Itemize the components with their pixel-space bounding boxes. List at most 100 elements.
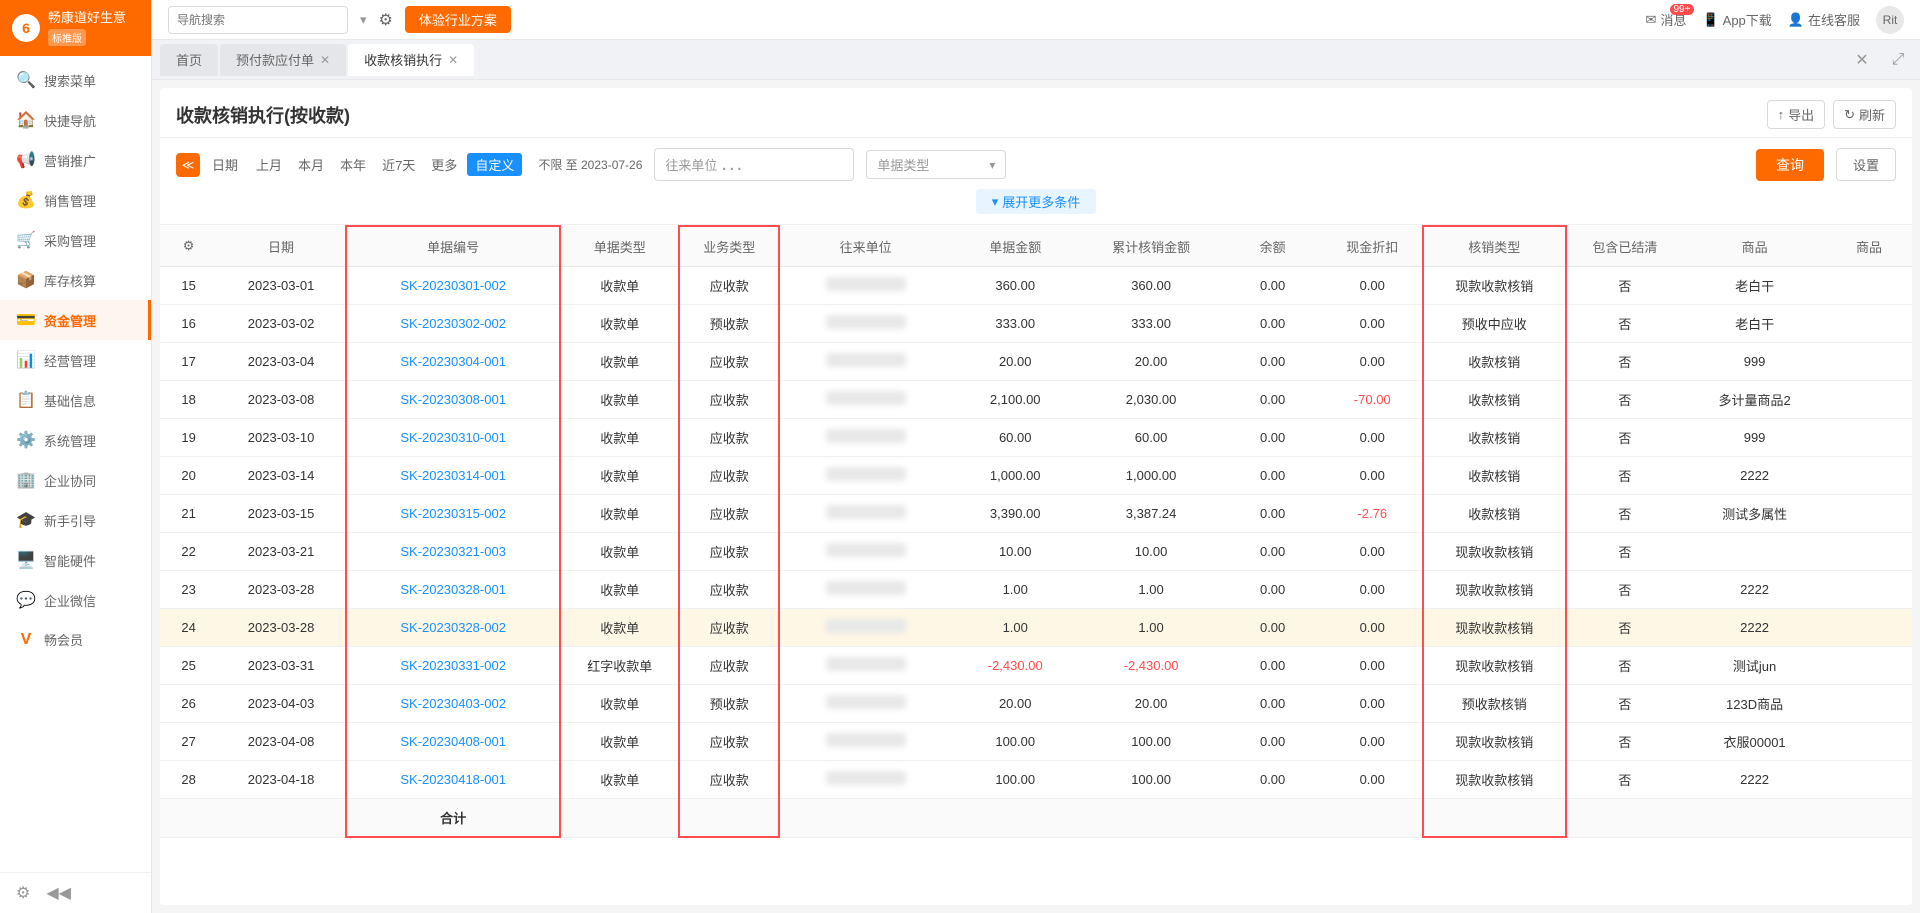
row-order-no[interactable]: SK-20230314-001 (346, 457, 561, 495)
sidebar-item-label: 销售管理 (44, 191, 96, 210)
order-link[interactable]: SK-20230302-002 (400, 316, 506, 331)
dropdown-arrow-icon[interactable]: ▾ (360, 12, 367, 28)
sidebar-item-sales[interactable]: 💰 销售管理 (0, 180, 151, 220)
row-order-no[interactable]: SK-20230304-001 (346, 343, 561, 381)
date-btn-7days[interactable]: 近7天 (376, 153, 421, 176)
tab-prepay[interactable]: 预付款应付单 ✕ (220, 44, 346, 76)
partner-filter-dots[interactable]: ... (721, 153, 744, 176)
sidebar-item-system[interactable]: ⚙️ 系统管理 (0, 420, 151, 460)
row-order-no[interactable]: SK-20230315-002 (346, 495, 561, 533)
row-amount: 1.00 (951, 571, 1080, 609)
order-link[interactable]: SK-20230310-001 (400, 430, 506, 445)
row-balance: 0.00 (1223, 381, 1323, 419)
row-order-no[interactable]: SK-20230301-002 (346, 267, 561, 305)
sidebar-item-purchase[interactable]: 🛒 采购管理 (0, 220, 151, 260)
order-link[interactable]: SK-20230328-001 (400, 582, 506, 597)
row-amount: 10.00 (951, 533, 1080, 571)
order-link[interactable]: SK-20230403-002 (400, 696, 506, 711)
col-header-no[interactable]: ⚙ (160, 226, 217, 267)
refresh-icon: ↻ (1844, 107, 1855, 123)
row-goods2 (1826, 685, 1912, 723)
row-order-no[interactable]: SK-20230321-003 (346, 533, 561, 571)
order-link[interactable]: SK-20230304-001 (400, 354, 506, 369)
row-order-no[interactable]: SK-20230418-001 (346, 761, 561, 799)
doctype-filter-wrap[interactable]: 单据类型 ▾ (866, 150, 1006, 179)
sidebar-item-finance[interactable]: 💳 资金管理 (0, 300, 151, 340)
main-content: ▾ ⚙ 体验行业方案 ✉ 消息 99+ 📱 App下载 👤 在线客服 Rit (152, 0, 1920, 913)
order-link[interactable]: SK-20230408-001 (400, 734, 506, 749)
solution-button[interactable]: 体验行业方案 (405, 6, 511, 33)
app-download-btn[interactable]: 📱 App下载 (1702, 10, 1771, 29)
collapse-footer-btn[interactable]: ◀◀ (46, 883, 71, 903)
row-order-no[interactable]: SK-20230408-001 (346, 723, 561, 761)
user-avatar[interactable]: Rit (1876, 6, 1904, 34)
row-order-no[interactable]: SK-20230331-002 (346, 647, 561, 685)
row-biz-type: 应收款 (679, 647, 779, 685)
sidebar-item-label: 基础信息 (44, 391, 96, 410)
date-btn-more[interactable]: 更多 (425, 153, 463, 176)
sidebar-item-inventory[interactable]: 📦 库存核算 (0, 260, 151, 300)
row-cancel-type: 现款收款核销 (1423, 761, 1566, 799)
row-doc-type: 红字收款单 (560, 647, 679, 685)
date-btn-custom[interactable]: 自定义 (467, 153, 522, 176)
sidebar-item-corp[interactable]: 🏢 企业协同 (0, 460, 151, 500)
row-cum-amount: 10.00 (1080, 533, 1223, 571)
tab-close-btn[interactable]: ✕ (1848, 46, 1876, 74)
order-link[interactable]: SK-20230308-001 (400, 392, 506, 407)
row-no: 16 (160, 305, 217, 343)
setting-button[interactable]: 设置 (1836, 148, 1896, 181)
sidebar-item-marketing[interactable]: 📢 营销推广 (0, 140, 151, 180)
row-order-no[interactable]: SK-20230403-002 (346, 685, 561, 723)
row-order-no[interactable]: SK-20230302-002 (346, 305, 561, 343)
filter-expand-btn[interactable]: ▾ 展开更多条件 (976, 189, 1097, 214)
order-link[interactable]: SK-20230301-002 (400, 278, 506, 293)
order-link[interactable]: SK-20230314-001 (400, 468, 506, 483)
sidebar-item-quicknav[interactable]: 🏠 快捷导航 (0, 100, 151, 140)
row-date: 2023-03-01 (217, 267, 346, 305)
sidebar-item-guide[interactable]: 🎓 新手引导 (0, 500, 151, 540)
messages-btn[interactable]: ✉ 消息 99+ (1646, 10, 1687, 29)
order-link[interactable]: SK-20230328-002 (400, 620, 506, 635)
refresh-button[interactable]: ↻ 刷新 (1833, 100, 1896, 129)
row-goods: 2222 (1683, 571, 1826, 609)
date-btn-last-month[interactable]: 上月 (250, 153, 288, 176)
row-date: 2023-03-31 (217, 647, 346, 685)
sidebar-item-hardware[interactable]: 🖥️ 智能硬件 (0, 540, 151, 580)
order-link[interactable]: SK-20230321-003 (400, 544, 506, 559)
row-discount: -70.00 (1323, 381, 1423, 419)
tab-collection-close[interactable]: ✕ (448, 53, 458, 67)
tab-maximize-btn[interactable]: ⤢ (1884, 46, 1912, 74)
row-order-no[interactable]: SK-20230308-001 (346, 381, 561, 419)
table-row: 15 2023-03-01 SK-20230301-002 收款单 应收款 36… (160, 267, 1912, 305)
export-button[interactable]: ↑ 导出 (1767, 100, 1826, 129)
tab-collection[interactable]: 收款核销执行 ✕ (348, 44, 474, 76)
sidebar-item-operations[interactable]: 📊 经营管理 (0, 340, 151, 380)
row-order-no[interactable]: SK-20230328-002 (346, 609, 561, 647)
filter-date-range: 不限 至 2023-07-26 (538, 156, 642, 173)
service-btn[interactable]: 👤 在线客服 (1788, 10, 1860, 29)
date-btn-this-year[interactable]: 本年 (334, 153, 372, 176)
partner-value (826, 467, 906, 481)
order-link[interactable]: SK-20230315-002 (400, 506, 506, 521)
tab-prepay-close[interactable]: ✕ (320, 53, 330, 67)
gear-col-icon[interactable]: ⚙ (183, 238, 195, 253)
sidebar-item-wechat[interactable]: 💬 企业微信 (0, 580, 151, 620)
sidebar-item-member[interactable]: V 畅会员 (0, 620, 151, 659)
filter-collapse-btn[interactable]: ≪ (176, 153, 200, 177)
topbar-gear-icon[interactable]: ⚙ (379, 10, 393, 30)
row-goods: 2222 (1683, 457, 1826, 495)
sidebar-item-search[interactable]: 🔍 搜索菜单 (0, 60, 151, 100)
order-link[interactable]: SK-20230418-001 (400, 772, 506, 787)
query-button[interactable]: 查询 (1756, 149, 1824, 181)
tab-home[interactable]: 首页 (160, 44, 218, 76)
settings-footer-btn[interactable]: ⚙ (16, 883, 30, 903)
row-order-no[interactable]: SK-20230310-001 (346, 419, 561, 457)
row-balance: 0.00 (1223, 647, 1323, 685)
nav-search-input[interactable] (168, 6, 348, 34)
date-btn-this-month[interactable]: 本月 (292, 153, 330, 176)
partner-filter-wrap[interactable]: 往来单位 ... (654, 148, 854, 181)
order-link[interactable]: SK-20230331-002 (400, 658, 506, 673)
row-order-no[interactable]: SK-20230328-001 (346, 571, 561, 609)
row-partner (779, 457, 951, 495)
sidebar-item-basic[interactable]: 📋 基础信息 (0, 380, 151, 420)
